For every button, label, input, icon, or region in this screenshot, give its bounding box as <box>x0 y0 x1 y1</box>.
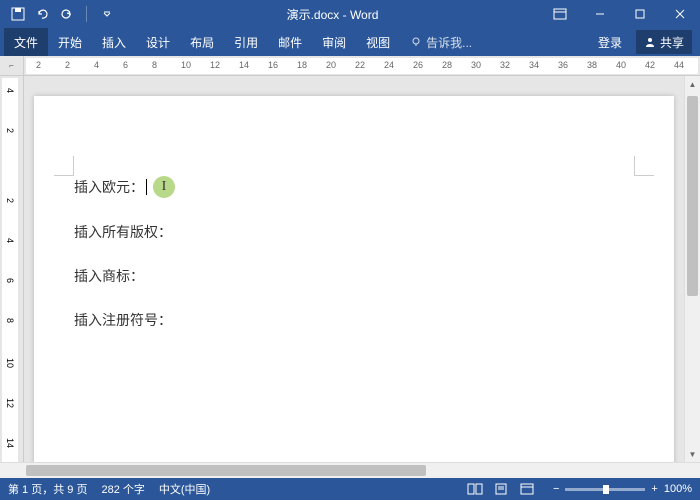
tab-view[interactable]: 视图 <box>356 28 400 56</box>
lightbulb-icon <box>410 36 422 48</box>
status-page[interactable]: 第 1 页，共 9 页 <box>8 481 87 497</box>
status-words[interactable]: 282 个字 <box>101 481 144 497</box>
tab-layout[interactable]: 布局 <box>180 28 224 56</box>
share-button[interactable]: 共享 <box>636 30 692 54</box>
line-text: 插入欧元： <box>74 177 144 197</box>
save-icon[interactable] <box>10 6 26 22</box>
redo-icon[interactable] <box>58 6 74 22</box>
document-line[interactable]: 插入所有版权： <box>74 222 634 242</box>
tab-review[interactable]: 审阅 <box>312 28 356 56</box>
ruler-corner[interactable]: ⌐ <box>0 56 24 75</box>
scroll-down-icon[interactable]: ▼ <box>685 446 700 462</box>
scroll-up-icon[interactable]: ▲ <box>685 76 700 92</box>
zoom-level[interactable]: 100% <box>664 483 692 495</box>
login-button[interactable]: 登录 <box>588 34 632 51</box>
ribbon-options-icon[interactable] <box>540 0 580 28</box>
scrollbar-h-thumb[interactable] <box>26 465 426 476</box>
read-mode-icon[interactable] <box>463 480 487 498</box>
vertical-scrollbar[interactable]: ▲ ▼ <box>684 76 700 462</box>
zoom-slider-knob[interactable] <box>603 485 609 494</box>
line-text: 插入注册符号： <box>74 310 172 330</box>
undo-icon[interactable] <box>34 6 50 22</box>
document-line[interactable]: 插入注册符号： <box>74 310 634 330</box>
horizontal-ruler[interactable]: 2246810121416182022242628303234363840424… <box>26 58 698 74</box>
margin-corner-tl <box>54 156 74 176</box>
window-title: 演示.docx - Word <box>125 6 540 23</box>
qat-separator <box>86 6 87 22</box>
minimize-icon[interactable] <box>580 0 620 28</box>
status-language[interactable]: 中文(中国) <box>159 481 210 497</box>
zoom-in-button[interactable]: + <box>651 483 657 495</box>
horizontal-scrollbar[interactable] <box>24 463 700 478</box>
tell-me-search[interactable]: 告诉我... <box>400 34 588 51</box>
tell-me-label: 告诉我... <box>426 34 472 51</box>
document-line[interactable]: 插入欧元： <box>74 176 634 198</box>
zoom-out-button[interactable]: − <box>553 483 559 495</box>
document-line[interactable]: 插入商标： <box>74 266 634 286</box>
tab-file[interactable]: 文件 <box>4 28 48 56</box>
line-text: 插入商标： <box>74 266 144 286</box>
tab-home[interactable]: 开始 <box>48 28 92 56</box>
web-layout-icon[interactable] <box>515 480 539 498</box>
scrollbar-thumb[interactable] <box>687 96 698 296</box>
close-icon[interactable] <box>660 0 700 28</box>
zoom-slider[interactable] <box>565 488 645 491</box>
document-page[interactable]: 插入欧元： 插入所有版权： 插入商标： 插入注册符号： <box>34 96 674 462</box>
vertical-ruler[interactable]: 4 2 2 4 6 8 10 12 14 <box>0 76 24 462</box>
text-cursor <box>146 179 147 195</box>
maximize-icon[interactable] <box>620 0 660 28</box>
person-icon <box>644 36 656 48</box>
print-layout-icon[interactable] <box>489 480 513 498</box>
tab-references[interactable]: 引用 <box>224 28 268 56</box>
cursor-highlight-icon <box>153 176 175 198</box>
line-text: 插入所有版权： <box>74 222 172 242</box>
margin-corner-tr <box>634 156 654 176</box>
tab-design[interactable]: 设计 <box>136 28 180 56</box>
qat-customize-icon[interactable] <box>99 6 115 22</box>
share-label: 共享 <box>660 34 684 51</box>
tab-insert[interactable]: 插入 <box>92 28 136 56</box>
tab-mailings[interactable]: 邮件 <box>268 28 312 56</box>
